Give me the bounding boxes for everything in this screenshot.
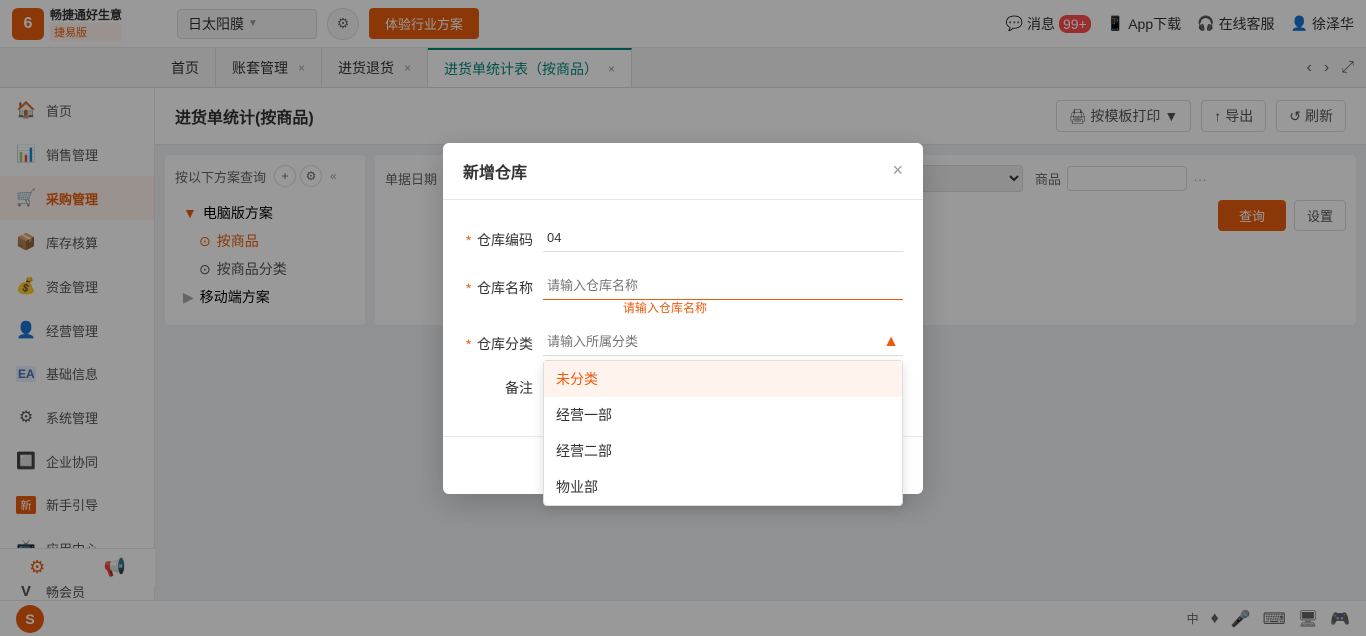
category-select-wrap: ▲ 未分类 经营一部 经营二部 物业部	[543, 328, 903, 356]
category-input[interactable]	[543, 328, 903, 356]
modal-close-button[interactable]: ×	[892, 160, 903, 181]
name-input[interactable]	[543, 272, 903, 300]
modal-title: 新增仓库	[463, 159, 527, 183]
required-mark-cat: *	[466, 336, 471, 352]
category-dropdown: 未分类 经营一部 经营二部 物业部	[543, 360, 903, 506]
form-row-name: * 仓库名称 请输入仓库名称	[463, 272, 903, 300]
chevron-up-icon[interactable]: ▲	[883, 333, 899, 351]
modal-add-warehouse: 新增仓库 × * 仓库编码 * 仓库名称 请输入仓库名称	[443, 143, 923, 494]
dropdown-item-unclassified[interactable]: 未分类	[544, 361, 902, 397]
required-mark: *	[466, 232, 471, 248]
dropdown-item-dept1[interactable]: 经营一部	[544, 397, 902, 433]
name-error-msg: 请输入仓库名称	[623, 299, 707, 316]
dropdown-item-dept2[interactable]: 经营二部	[544, 433, 902, 469]
notes-label: 备注	[463, 372, 543, 398]
code-label: * 仓库编码	[463, 224, 543, 250]
dropdown-item-property[interactable]: 物业部	[544, 469, 902, 505]
name-field-wrap: 请输入仓库名称	[543, 272, 903, 300]
modal-header: 新增仓库 ×	[443, 143, 923, 200]
modal-overlay: 新增仓库 × * 仓库编码 * 仓库名称 请输入仓库名称	[0, 0, 1366, 636]
required-mark-name: *	[466, 280, 471, 296]
category-label: * 仓库分类	[463, 328, 543, 354]
form-row-category: * 仓库分类 ▲ 未分类 经营一部 经营二部	[463, 328, 903, 356]
form-row-code: * 仓库编码	[463, 224, 903, 252]
code-input[interactable]	[543, 224, 903, 252]
name-label: * 仓库名称	[463, 272, 543, 298]
modal-body: * 仓库编码 * 仓库名称 请输入仓库名称 *	[443, 200, 923, 436]
